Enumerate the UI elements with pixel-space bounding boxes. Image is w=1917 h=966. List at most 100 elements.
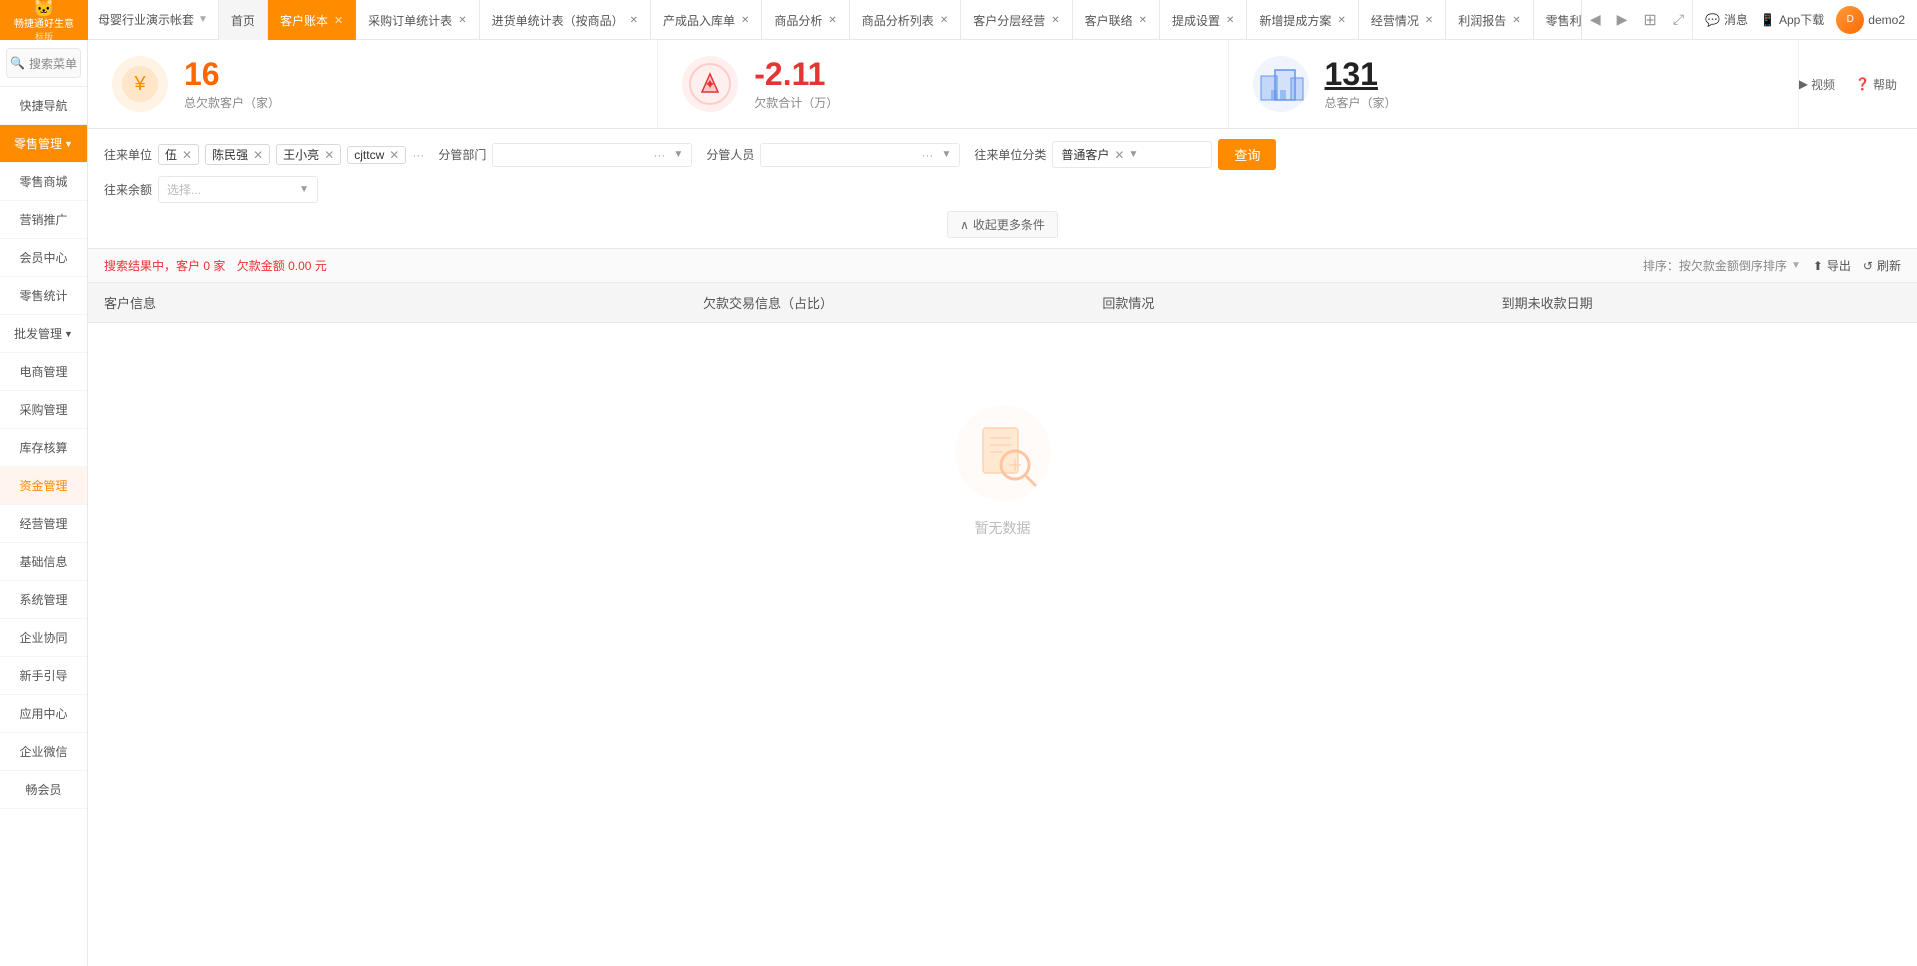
tab-next-btn[interactable]: ▶ bbox=[1609, 11, 1636, 28]
tab-profit-report-close[interactable]: ✕ bbox=[1512, 15, 1520, 26]
sidebar-item-system[interactable]: 系统管理 bbox=[0, 581, 87, 619]
filter-dept-more-dots[interactable]: ··· bbox=[649, 148, 669, 162]
tab-product-analysis-list[interactable]: 商品分析列表 ✕ bbox=[850, 0, 961, 40]
tab-business-status-close[interactable]: ✕ bbox=[1425, 15, 1433, 26]
sidebar-search-area: 🔍 搜索菜单 bbox=[0, 40, 87, 87]
filter-tag-chen: 陈民强 ✕ bbox=[205, 144, 270, 165]
tab-product-analysis[interactable]: 商品分析 ✕ bbox=[762, 0, 849, 40]
tab-product-analysis-close[interactable]: ✕ bbox=[828, 15, 836, 26]
tab-purchase-stats[interactable]: 采购订单统计表 ✕ bbox=[356, 0, 479, 40]
sidebar-app-center-label: 应用中心 bbox=[19, 707, 67, 721]
search-icon: 🔍 bbox=[10, 56, 25, 70]
tab-expand-btn[interactable]: ⊞ bbox=[1635, 10, 1664, 30]
user-avatar-btn[interactable]: D demo2 bbox=[1836, 6, 1905, 34]
tab-customer-contact[interactable]: 客户联络 ✕ bbox=[1073, 0, 1160, 40]
account-dropdown-icon: ▼ bbox=[198, 14, 208, 25]
result-prefix: 搜索结果中，客户 bbox=[104, 259, 200, 273]
tab-customer-account[interactable]: 客户账本 ✕ bbox=[268, 0, 356, 40]
filter-unit-label: 往来单位 bbox=[104, 146, 152, 163]
collapse-filter-btn[interactable]: ∧ 收起更多条件 bbox=[947, 211, 1058, 238]
filter-dept-select[interactable]: ··· ▼ bbox=[492, 143, 692, 167]
sort-select[interactable]: 排序：按欠款金额倒序排序 ▼ bbox=[1643, 257, 1801, 274]
filter-tag-wang-remove[interactable]: ✕ bbox=[324, 148, 334, 162]
sidebar-enterprise-wechat-label: 企业微信 bbox=[19, 745, 67, 759]
filter-dept-chevron: ▼ bbox=[673, 149, 683, 160]
tab-retail-profit[interactable]: 零售利润报 ✕ ◄ bbox=[1534, 0, 1581, 40]
sidebar-item-app-center[interactable]: 应用中心 bbox=[0, 695, 87, 733]
tab-promotion-settings[interactable]: 提成设置 ✕ bbox=[1160, 0, 1247, 40]
export-icon: ⬆ bbox=[1813, 259, 1823, 273]
sidebar-retail-shop-label: 零售商城 bbox=[19, 175, 67, 189]
sidebar-item-ecommerce[interactable]: 电商管理 bbox=[0, 353, 87, 391]
tab-profit-report[interactable]: 利润报告 ✕ bbox=[1446, 0, 1533, 40]
sidebar-item-new-guide[interactable]: 新手引导 bbox=[0, 657, 87, 695]
tab-new-promotion[interactable]: 新增提成方案 ✕ bbox=[1247, 0, 1358, 40]
tab-business-status[interactable]: 经营情况 ✕ bbox=[1359, 0, 1446, 40]
tab-customer-account-label: 客户账本 bbox=[280, 12, 328, 29]
sidebar-item-finance[interactable]: 资金管理 bbox=[0, 467, 87, 505]
filter-tag-cjttcw-remove[interactable]: ✕ bbox=[389, 148, 399, 162]
sidebar-item-retail-mgmt[interactable]: 零售管理 ▼ bbox=[0, 125, 87, 163]
filter-tag-wu-remove[interactable]: ✕ bbox=[182, 148, 192, 162]
tab-purchase-stats-close[interactable]: ✕ bbox=[458, 15, 466, 26]
refresh-icon: ↺ bbox=[1863, 259, 1873, 273]
filter-balance-label: 往来余额 bbox=[104, 181, 152, 198]
sidebar-item-vip-member[interactable]: 畅会员 bbox=[0, 771, 87, 809]
filter-unit-class-label: 往来单位分类 bbox=[974, 146, 1046, 163]
sidebar-item-wholesale[interactable]: 批发管理 ▼ bbox=[0, 315, 87, 353]
account-selector[interactable]: 母婴行业演示帐套 ▼ bbox=[88, 0, 219, 39]
filter-balance-select[interactable]: 选择... ▼ bbox=[158, 176, 318, 203]
tab-new-promotion-close[interactable]: ✕ bbox=[1337, 15, 1345, 26]
tab-customer-tier-close[interactable]: ✕ bbox=[1051, 15, 1059, 26]
sidebar-retail-stats-label: 零售统计 bbox=[19, 289, 67, 303]
tab-customer-contact-close[interactable]: ✕ bbox=[1139, 15, 1147, 26]
filter-unit-class-chevron: ▼ bbox=[1128, 149, 1138, 160]
stat-clients-label: 总客户（家） bbox=[1325, 94, 1397, 111]
sidebar-vip-member-label: 畅会员 bbox=[25, 783, 61, 797]
filter-unit-class-select[interactable]: 普通客户 ✕ ▼ bbox=[1052, 141, 1212, 168]
tab-fullscreen-btn[interactable]: ⤢ bbox=[1665, 11, 1692, 28]
tab-customer-tier[interactable]: 客户分层经营 ✕ bbox=[961, 0, 1072, 40]
filter-person-more-dots[interactable]: ··· bbox=[917, 148, 937, 162]
message-btn[interactable]: 💬 消息 bbox=[1705, 11, 1748, 28]
export-btn[interactable]: ⬆ 导出 bbox=[1813, 257, 1851, 274]
sidebar-item-quick-nav[interactable]: 快捷导航 bbox=[0, 87, 87, 125]
collapse-icon: ∧ bbox=[960, 218, 969, 232]
sidebar-item-purchase[interactable]: 采购管理 bbox=[0, 391, 87, 429]
filter-unit-class-remove[interactable]: ✕ bbox=[1114, 148, 1124, 162]
tab-product-entry[interactable]: 产成品入库单 ✕ bbox=[651, 0, 762, 40]
filter-person-label: 分管人员 bbox=[706, 146, 754, 163]
query-button[interactable]: 查询 bbox=[1218, 139, 1276, 170]
help-btn[interactable]: ❓ 帮助 bbox=[1855, 76, 1897, 93]
tab-stock-stats-close[interactable]: ✕ bbox=[630, 15, 638, 26]
sidebar-item-retail-shop[interactable]: 零售商城 bbox=[0, 163, 87, 201]
sidebar-item-operations[interactable]: 经营管理 bbox=[0, 505, 87, 543]
video-btn[interactable]: ▶ 视频 bbox=[1799, 76, 1835, 93]
tab-customer-account-close[interactable]: ✕ bbox=[334, 14, 343, 27]
filter-person-select[interactable]: ··· ▼ bbox=[760, 143, 960, 167]
stat-total-customers: ¥ 16 总欠款客户（家） bbox=[88, 40, 658, 128]
tab-promotion-settings-close[interactable]: ✕ bbox=[1226, 15, 1234, 26]
app-download-btn[interactable]: 📱 App下载 bbox=[1760, 11, 1824, 28]
tab-home[interactable]: 首页 bbox=[219, 0, 268, 40]
sidebar-item-marketing[interactable]: 营销推广 bbox=[0, 201, 87, 239]
sidebar-item-enterprise-wechat[interactable]: 企业微信 bbox=[0, 733, 87, 771]
sidebar-item-inventory[interactable]: 库存核算 bbox=[0, 429, 87, 467]
filter-more-tags[interactable]: ··· bbox=[412, 148, 424, 162]
sidebar-item-basic-info[interactable]: 基础信息 bbox=[0, 543, 87, 581]
tab-product-entry-close[interactable]: ✕ bbox=[741, 15, 749, 26]
tab-stock-stats[interactable]: 进货单统计表（按商品） ✕ bbox=[480, 0, 651, 40]
tab-prev-btn[interactable]: ◀ bbox=[1582, 11, 1609, 28]
sidebar-item-enterprise-collab[interactable]: 企业协同 bbox=[0, 619, 87, 657]
sidebar-operations-label: 经营管理 bbox=[19, 517, 67, 531]
refresh-btn[interactable]: ↺ 刷新 bbox=[1863, 257, 1901, 274]
sidebar-item-member[interactable]: 会员中心 bbox=[0, 239, 87, 277]
filter-tag-chen-remove[interactable]: ✕ bbox=[253, 148, 263, 162]
stat-debt-number: -2.11 bbox=[754, 57, 838, 92]
sidebar-search-btn[interactable]: 🔍 搜索菜单 bbox=[6, 48, 81, 78]
sidebar-item-retail-stats[interactable]: 零售统计 bbox=[0, 277, 87, 315]
result-debt-amount: 0.00 bbox=[288, 259, 311, 273]
stat-clients-icon bbox=[1253, 56, 1309, 112]
message-icon: 💬 bbox=[1705, 13, 1720, 27]
tab-product-analysis-list-close[interactable]: ✕ bbox=[940, 15, 948, 26]
